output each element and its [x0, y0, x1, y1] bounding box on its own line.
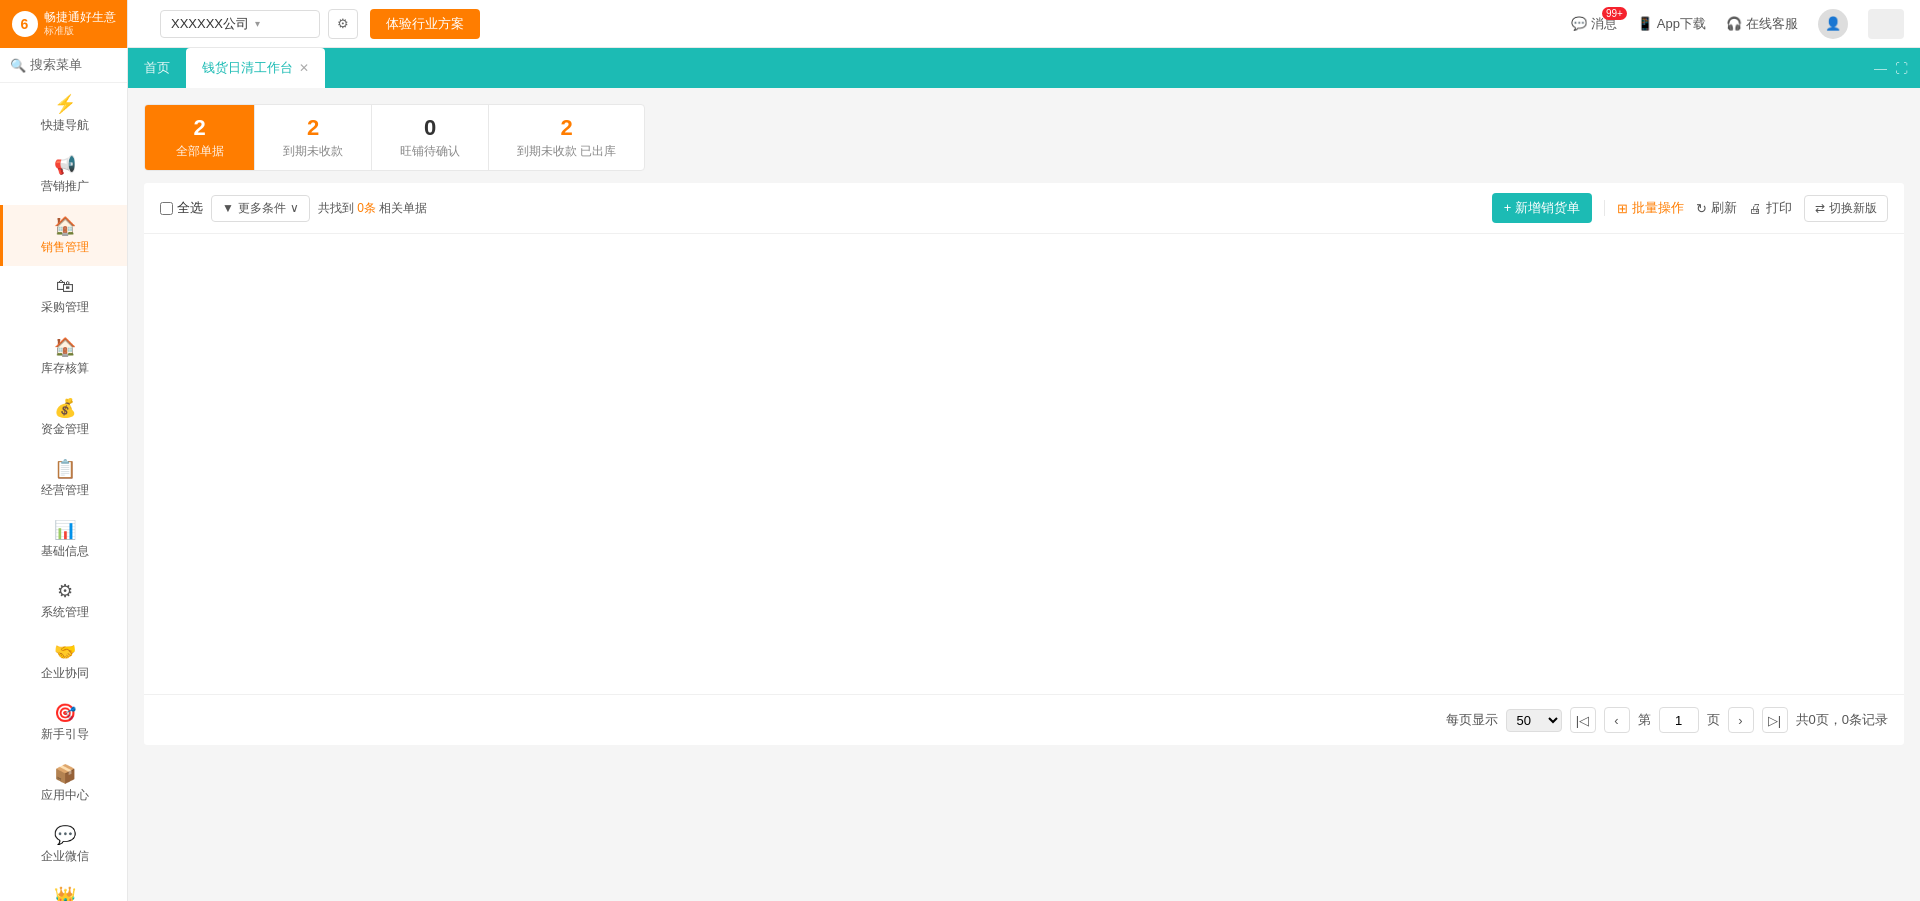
close-tab-icon[interactable]: ✕ — [299, 61, 309, 75]
refresh-button[interactable]: ↻ 刷新 — [1696, 199, 1737, 217]
stats-tab-3[interactable]: 2到期未收款 已出库 — [489, 105, 644, 170]
header-right: 💬 消息 99+ 📱 App下载 🎧 在线客服 👤 — [1571, 9, 1904, 39]
first-page-icon: |◁ — [1576, 713, 1589, 728]
pagination: 每页显示 102050100 |◁ ‹ 第 页 › ▷| 共0页，0条记录 — [144, 694, 1904, 745]
online-service-action[interactable]: 🎧 在线客服 — [1726, 15, 1798, 33]
sidebar-item-marketing[interactable]: 📢营销推广 — [0, 144, 127, 205]
toolbar-left: 全选 ▼ 更多条件 ∨ 共找到 0条 相关单据 — [160, 195, 1480, 222]
next-page-button[interactable]: › — [1728, 707, 1754, 733]
switch-icon: ⇄ — [1815, 201, 1825, 215]
sidebar-item-inventory[interactable]: 🏠库存核算 — [0, 326, 127, 387]
batch-icon: ⊞ — [1617, 201, 1628, 216]
settings-button[interactable]: ⚙ — [328, 9, 358, 39]
per-page-select[interactable]: 102050100 — [1506, 709, 1562, 732]
chevron-down-icon: ∨ — [290, 201, 299, 215]
purchase-icon: 🛍 — [56, 276, 74, 297]
sidebar-item-member[interactable]: 👑畅会员 — [0, 875, 127, 901]
search-icon: 🔍 — [10, 58, 26, 73]
select-all-checkbox[interactable]: 全选 — [160, 199, 203, 217]
table-area — [144, 234, 1904, 694]
operations-icon: 📋 — [54, 458, 76, 480]
trial-button[interactable]: 体验行业方案 — [370, 9, 480, 39]
last-page-icon: ▷| — [1768, 713, 1781, 728]
sidebar-item-cooperation[interactable]: 🤝企业协同 — [0, 631, 127, 692]
nav-tabs: 首页 钱货日清工作台 ✕ — ⛶ — [128, 48, 1920, 88]
page-number-input[interactable] — [1659, 707, 1699, 733]
message-icon: 💬 — [1571, 16, 1587, 31]
found-text: 共找到 0条 相关单据 — [318, 200, 427, 217]
window-expand-icon[interactable]: ⛶ — [1895, 61, 1908, 76]
stats-tab-2[interactable]: 0旺铺待确认 — [372, 105, 489, 170]
cooperation-icon: 🤝 — [54, 641, 76, 663]
member-icon: 👑 — [54, 885, 76, 901]
basic-info-icon: 📊 — [54, 519, 76, 541]
toolbar: 全选 ▼ 更多条件 ∨ 共找到 0条 相关单据 + 新增销货单 ⊞ 批量操作 — [144, 183, 1904, 234]
sidebar-item-basic-info[interactable]: 📊基础信息 — [0, 509, 127, 570]
sidebar-item-app-center[interactable]: 📦应用中心 — [0, 753, 127, 814]
quick-nav-icon: ⚡ — [54, 93, 76, 115]
divider — [1604, 200, 1605, 216]
filter-icon: ▼ — [222, 201, 234, 215]
sidebar-item-finance[interactable]: 💰资金管理 — [0, 387, 127, 448]
batch-operation-button[interactable]: ⊞ 批量操作 — [1617, 199, 1684, 217]
sidebar-search[interactable]: 🔍 搜索菜单 — [0, 48, 127, 83]
tab-home[interactable]: 首页 — [128, 48, 186, 88]
first-page-button[interactable]: |◁ — [1570, 707, 1596, 733]
company-selector[interactable]: XXXXXX公司 ▾ — [160, 10, 320, 38]
sidebar-item-system[interactable]: ⚙系统管理 — [0, 570, 127, 631]
sidebar-item-sales[interactable]: 🏠销售管理 — [0, 205, 127, 266]
service-icon: 🎧 — [1726, 16, 1742, 31]
app-name: 畅捷通好生意 — [44, 10, 116, 24]
stats-tabs: 2全部单据2到期未收款0旺铺待确认2到期未收款 已出库 — [144, 104, 645, 171]
next-page-icon: › — [1738, 713, 1742, 728]
toolbar-right: + 新增销货单 ⊞ 批量操作 ↻ 刷新 🖨 打印 ⇄ 切换新版 — [1492, 193, 1888, 223]
chevron-down-icon: ▾ — [255, 18, 260, 29]
user-extra[interactable] — [1868, 9, 1904, 39]
top-header: XXXXXX公司 ▾ ⚙ 体验行业方案 💬 消息 99+ 📱 App下载 🎧 在… — [128, 0, 1920, 48]
prev-page-icon: ‹ — [1614, 713, 1618, 728]
filter-button[interactable]: ▼ 更多条件 ∨ — [211, 195, 310, 222]
marketing-icon: 📢 — [54, 154, 76, 176]
guide-icon: 🎯 — [54, 702, 76, 724]
sidebar-item-operations[interactable]: 📋经营管理 — [0, 448, 127, 509]
total-records: 共0页，0条记录 — [1796, 711, 1888, 729]
logo-icon: 6 — [12, 11, 38, 37]
main-content: 2全部单据2到期未收款0旺铺待确认2到期未收款 已出库 全选 ▼ 更多条件 ∨ … — [128, 88, 1920, 901]
company-name: XXXXXX公司 — [171, 15, 249, 33]
message-action[interactable]: 💬 消息 99+ — [1571, 15, 1617, 33]
sidebar-item-purchase[interactable]: 🛍采购管理 — [0, 266, 127, 326]
sidebar-item-guide[interactable]: 🎯新手引导 — [0, 692, 127, 753]
refresh-icon: ↻ — [1696, 201, 1707, 216]
app-center-icon: 📦 — [54, 763, 76, 785]
print-icon: 🖨 — [1749, 201, 1762, 216]
prev-page-button[interactable]: ‹ — [1604, 707, 1630, 733]
new-sale-button[interactable]: + 新增销货单 — [1492, 193, 1592, 223]
window-minimize-icon[interactable]: — — [1874, 61, 1887, 76]
select-all-input[interactable] — [160, 202, 173, 215]
system-icon: ⚙ — [57, 580, 73, 602]
sidebar-item-quick-nav[interactable]: ⚡快捷导航 — [0, 83, 127, 144]
finance-icon: 💰 — [54, 397, 76, 419]
inventory-icon: 🏠 — [54, 336, 76, 358]
print-button[interactable]: 🖨 打印 — [1749, 199, 1792, 217]
sidebar-item-wecom[interactable]: 💬企业微信 — [0, 814, 127, 875]
sidebar-nav: ⚡快捷导航📢营销推广🏠销售管理🛍采购管理🏠库存核算💰资金管理📋经营管理📊基础信息… — [0, 83, 127, 901]
avatar-icon: 👤 — [1825, 16, 1841, 31]
user-avatar[interactable]: 👤 — [1818, 9, 1848, 39]
app-download-action[interactable]: 📱 App下载 — [1637, 15, 1706, 33]
stats-tab-1[interactable]: 2到期未收款 — [255, 105, 372, 170]
download-icon: 📱 — [1637, 16, 1653, 31]
tab-qingong[interactable]: 钱货日清工作台 ✕ — [186, 48, 325, 88]
message-badge: 99+ — [1602, 7, 1627, 20]
last-page-button[interactable]: ▷| — [1762, 707, 1788, 733]
switch-version-button[interactable]: ⇄ 切换新版 — [1804, 195, 1888, 222]
wecom-icon: 💬 — [54, 824, 76, 846]
stats-tab-0[interactable]: 2全部单据 — [145, 105, 255, 170]
sidebar: 6 畅捷通好生意 标准版 🔍 搜索菜单 ⚡快捷导航📢营销推广🏠销售管理🛍采购管理… — [0, 0, 128, 901]
app-sub: 标准版 — [44, 24, 116, 38]
content-area: 全选 ▼ 更多条件 ∨ 共找到 0条 相关单据 + 新增销货单 ⊞ 批量操作 — [144, 183, 1904, 745]
sales-icon: 🏠 — [54, 215, 76, 237]
sidebar-logo: 6 畅捷通好生意 标准版 — [0, 0, 127, 48]
